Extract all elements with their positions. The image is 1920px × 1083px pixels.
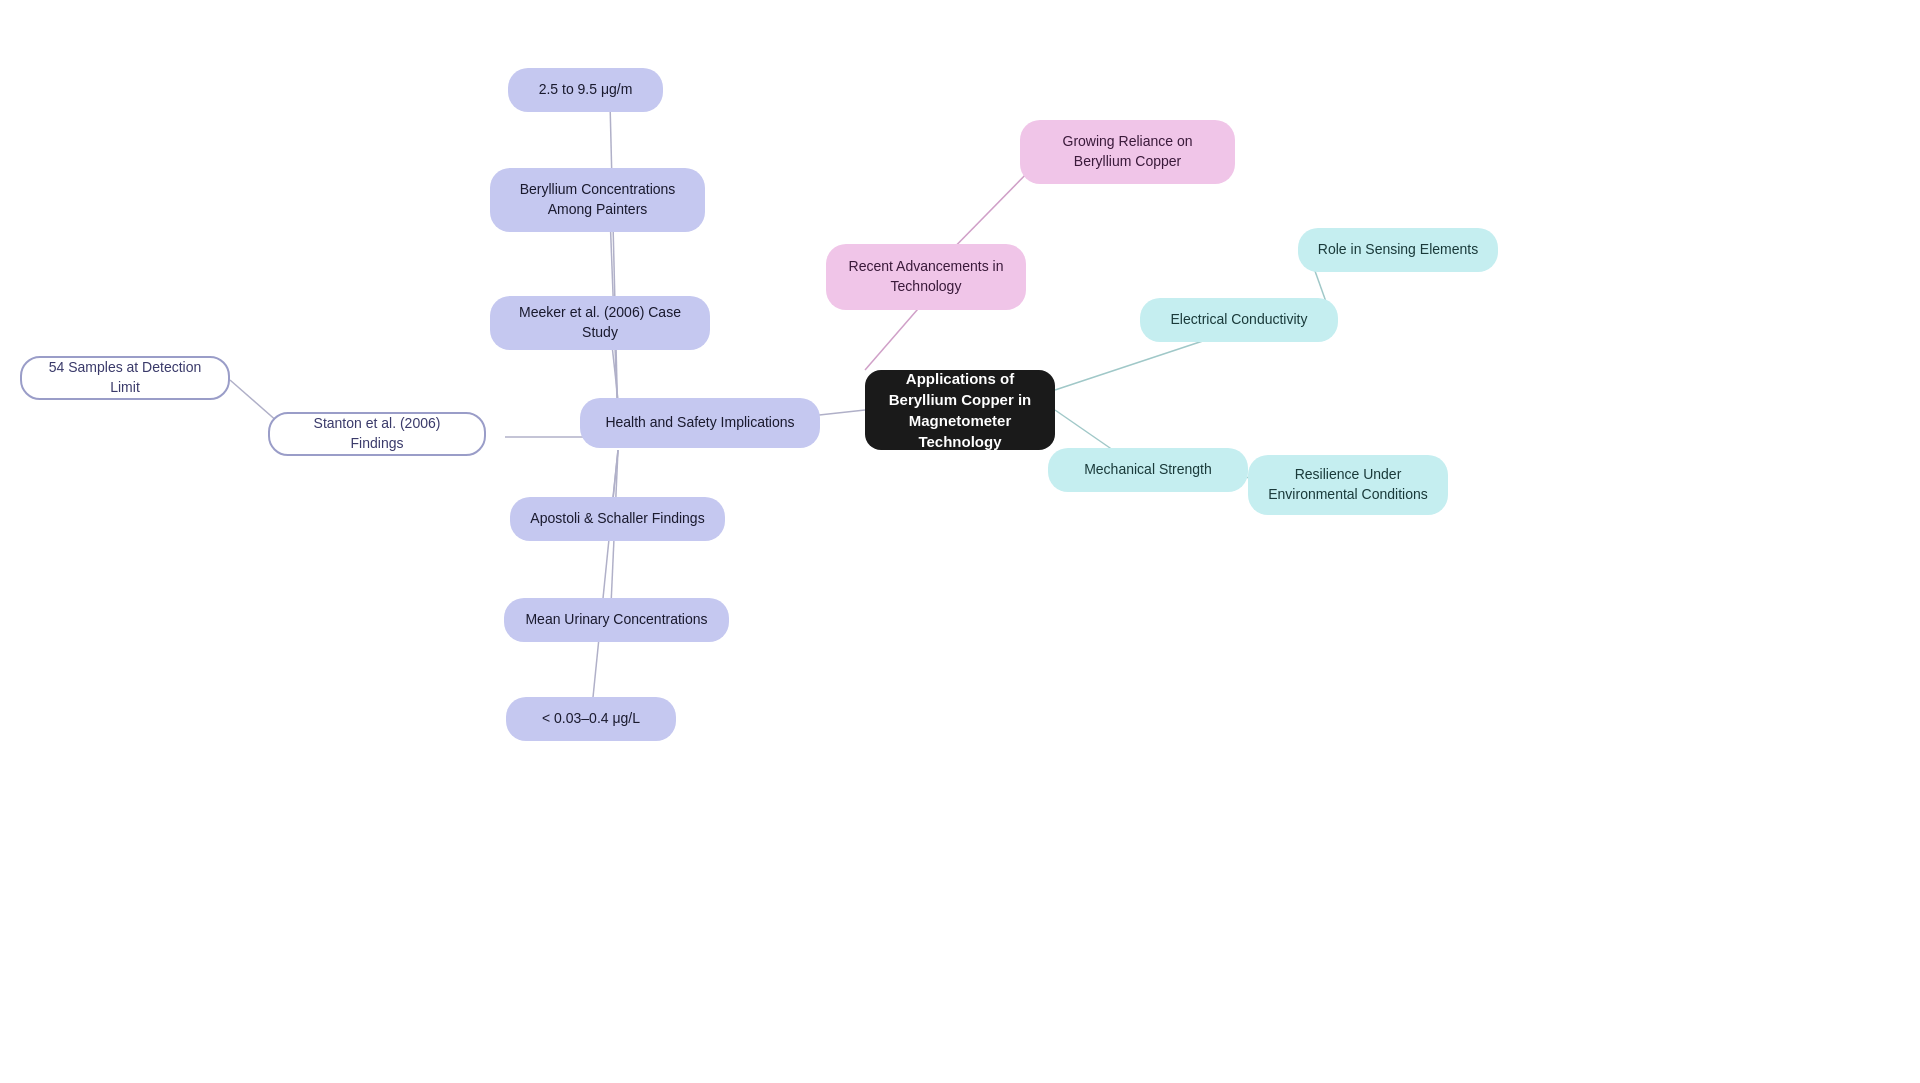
node-lt-003[interactable]: < 0.03–0.4 μg/L — [506, 697, 676, 741]
node-role-sensing[interactable]: Role in Sensing Elements — [1298, 228, 1498, 272]
node-resilience[interactable]: Resilience Under Environmental Condition… — [1248, 455, 1448, 515]
node-health-safety[interactable]: Health and Safety Implications — [580, 398, 820, 448]
node-mechanical-strength[interactable]: Mechanical Strength — [1048, 448, 1248, 492]
node-beryllium-painters[interactable]: Beryllium Concentrations Among Painters — [490, 168, 705, 232]
node-mean-urinary[interactable]: Mean Urinary Concentrations — [504, 598, 729, 642]
svg-line-6 — [610, 102, 618, 426]
node-recent-advancements[interactable]: Recent Advancements in Technology — [826, 244, 1026, 310]
center-node[interactable]: Applications of Beryllium Copper in Magn… — [865, 370, 1055, 450]
node-2-5-ug[interactable]: 2.5 to 9.5 μg/m — [508, 68, 663, 112]
node-stanton[interactable]: Stanton et al. (2006) Findings — [268, 412, 486, 456]
node-growing-reliance[interactable]: Growing Reliance on Beryllium Copper — [1020, 120, 1235, 184]
node-54-samples[interactable]: 54 Samples at Detection Limit — [20, 356, 230, 400]
node-apostoli[interactable]: Apostoli & Schaller Findings — [510, 497, 725, 541]
node-meeker[interactable]: Meeker et al. (2006) Case Study — [490, 296, 710, 350]
mind-map-connections — [0, 0, 1920, 1083]
node-electrical-conductivity[interactable]: Electrical Conductivity — [1140, 298, 1338, 342]
svg-line-9 — [590, 450, 618, 727]
